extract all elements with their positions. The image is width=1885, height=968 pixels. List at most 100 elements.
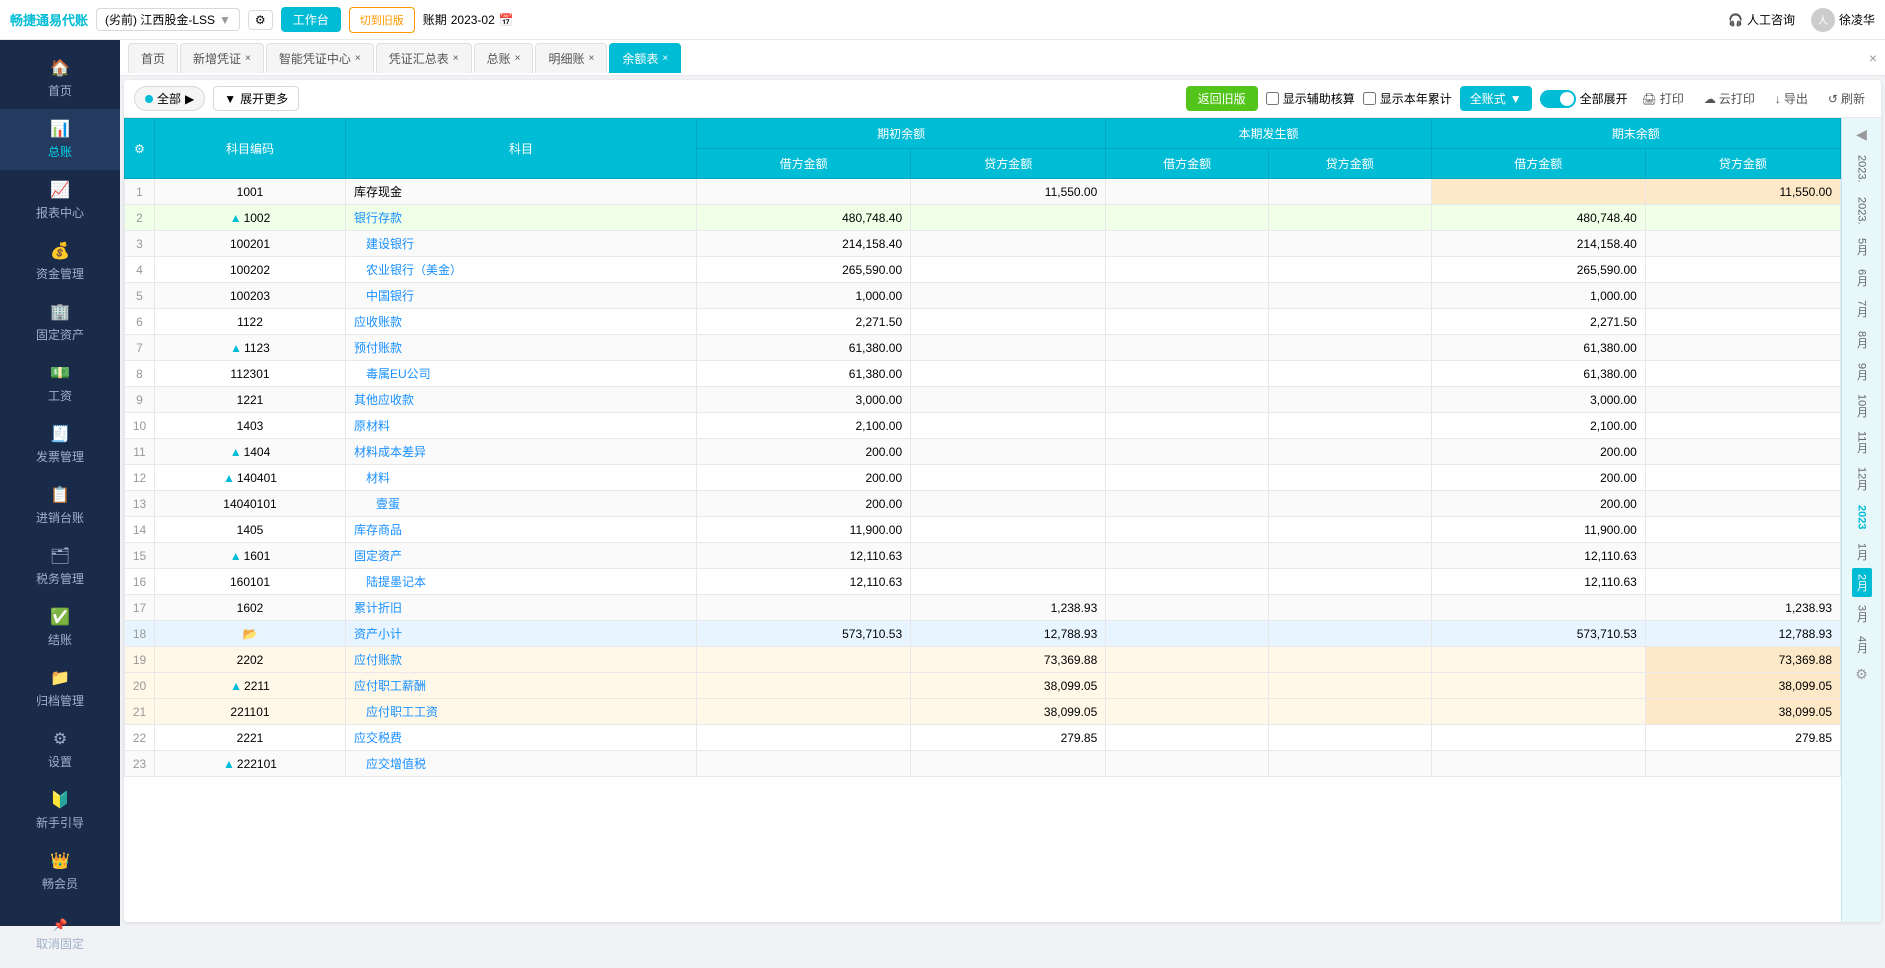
tab-balance-sheet-close[interactable]: ×: [662, 53, 668, 64]
sidebar-item-assets[interactable]: 🏢 固定资产: [0, 292, 120, 353]
tab-smart-voucher[interactable]: 智能凭证中心 ×: [266, 43, 374, 73]
account-name[interactable]: 应付账款: [345, 647, 696, 673]
account-link[interactable]: 应交税费: [354, 731, 402, 745]
account-name[interactable]: 应付职工工资: [345, 699, 696, 725]
sidebar-item-settings[interactable]: ⚙ 设置: [0, 719, 120, 780]
close-all-tabs-button[interactable]: ×: [1869, 50, 1877, 66]
account-link[interactable]: 原材料: [354, 419, 390, 433]
account-name[interactable]: 建设银行: [345, 231, 696, 257]
account-name[interactable]: 原材料: [345, 413, 696, 439]
expand-icon[interactable]: ▲: [223, 757, 235, 771]
right-panel-expand-icon[interactable]: ◀: [1852, 122, 1871, 147]
expand-icon[interactable]: ▲: [230, 211, 242, 225]
consult-button[interactable]: 🎧 人工咨询: [1728, 11, 1795, 28]
tab-voucher-summary[interactable]: 凭证汇总表 ×: [376, 43, 472, 73]
sidebar-item-sales[interactable]: 📋 进销台账: [0, 475, 120, 536]
table-wrapper[interactable]: ⚙ 科目编码 科目 期初余额 本期发生额 期末余额 借方金额 贷方金额 借方金额: [124, 118, 1841, 922]
sidebar-item-reports[interactable]: 📈 报表中心: [0, 170, 120, 231]
rp-month-9[interactable]: 9月: [1852, 357, 1872, 386]
rp-month-3[interactable]: 3月: [1852, 599, 1872, 628]
sidebar-item-close[interactable]: ✅ 结账: [0, 597, 120, 658]
account-link[interactable]: 中国银行: [366, 289, 414, 303]
tab-voucher-summary-close[interactable]: ×: [453, 53, 459, 64]
company-selector[interactable]: (劣前) 江西股金-LSS ▼: [96, 8, 240, 31]
rp-month-10[interactable]: 10月: [1852, 388, 1872, 423]
account-link[interactable]: 累计折旧: [354, 601, 402, 615]
account-name[interactable]: 银行存款: [345, 205, 696, 231]
tab-new-voucher[interactable]: 新增凭证 ×: [180, 43, 264, 73]
account-name[interactable]: 毒属EU公司: [345, 361, 696, 387]
account-link[interactable]: 材料: [366, 471, 390, 485]
account-name[interactable]: 库存商品: [345, 517, 696, 543]
calendar-icon[interactable]: 📅: [499, 13, 514, 27]
expand-icon[interactable]: ▲: [230, 341, 242, 355]
account-name[interactable]: 应交增值税: [345, 751, 696, 777]
export-button[interactable]: ↓ 导出: [1769, 87, 1814, 110]
tab-new-voucher-close[interactable]: ×: [245, 53, 251, 64]
account-link[interactable]: 毒属EU公司: [366, 367, 431, 381]
account-name[interactable]: 应收账款: [345, 309, 696, 335]
rp-year-2023-2[interactable]: 2023.: [1854, 191, 1870, 231]
account-name[interactable]: 累计折旧: [345, 595, 696, 621]
account-link[interactable]: 银行存款: [354, 211, 402, 225]
account-name[interactable]: 壹蛋: [345, 491, 696, 517]
account-link[interactable]: 应交增值税: [366, 757, 426, 771]
account-link[interactable]: 陆提墨记本: [366, 575, 426, 589]
account-link[interactable]: 预付账款: [354, 341, 402, 355]
tab-detail-account[interactable]: 明细账 ×: [535, 43, 607, 73]
sidebar-item-home[interactable]: 🏠 首页: [0, 48, 120, 109]
rp-month-7[interactable]: 7月: [1852, 294, 1872, 323]
assist-checkbox[interactable]: [1266, 92, 1279, 105]
account-link[interactable]: 农业银行（美金）: [366, 263, 462, 277]
account-name[interactable]: 农业银行（美金）: [345, 257, 696, 283]
return-old-button[interactable]: 返回旧版: [1186, 86, 1258, 111]
company-settings-button[interactable]: ⚙: [248, 10, 273, 30]
account-link[interactable]: 应付账款: [354, 653, 402, 667]
expand-icon[interactable]: ▲: [230, 445, 242, 459]
rp-year-2023-current[interactable]: 2023: [1854, 499, 1870, 535]
rp-month-11[interactable]: 11月: [1852, 425, 1872, 459]
user-menu[interactable]: 人 徐凌华: [1811, 8, 1875, 32]
account-link[interactable]: 壹蛋: [376, 497, 400, 511]
account-link[interactable]: 应付职工薪酬: [354, 679, 426, 693]
account-link[interactable]: 应付职工工资: [366, 705, 438, 719]
tab-general-ledger-close[interactable]: ×: [515, 53, 521, 64]
expand-icon[interactable]: ▲: [223, 471, 235, 485]
account-name[interactable]: 材料: [345, 465, 696, 491]
right-panel-settings-icon[interactable]: ⚙: [1851, 662, 1872, 687]
account-link[interactable]: 建设银行: [366, 237, 414, 251]
account-link[interactable]: 库存商品: [354, 523, 402, 537]
year-checkbox[interactable]: [1363, 92, 1376, 105]
account-link[interactable]: 固定资产: [354, 549, 402, 563]
sidebar-item-funds[interactable]: 💰 资金管理: [0, 231, 120, 292]
expand-icon[interactable]: ▲: [230, 549, 242, 563]
account-name[interactable]: 固定资产: [345, 543, 696, 569]
account-name[interactable]: 预付账款: [345, 335, 696, 361]
expand-all-toggle[interactable]: [1540, 90, 1576, 108]
rp-month-4[interactable]: 4月: [1852, 630, 1872, 659]
rp-month-1[interactable]: 1月: [1852, 537, 1872, 566]
sidebar-item-guide[interactable]: 🔰 新手引导: [0, 780, 120, 841]
account-name[interactable]: 陆提墨记本: [345, 569, 696, 595]
expand-more-button[interactable]: ▼ 展开更多: [213, 86, 299, 111]
rp-month-8[interactable]: 8月: [1852, 325, 1872, 354]
tab-detail-account-close[interactable]: ×: [588, 53, 594, 64]
cloud-print-button[interactable]: ☁ 云打印: [1698, 87, 1761, 110]
account-name[interactable]: 中国银行: [345, 283, 696, 309]
workbench-button[interactable]: 工作台: [281, 7, 341, 32]
account-name[interactable]: 材料成本差异: [345, 439, 696, 465]
tab-balance-sheet[interactable]: 余额表 ×: [609, 43, 681, 73]
sidebar-item-tax[interactable]: 🗂 税务管理: [0, 536, 120, 597]
refresh-button[interactable]: ↺ 刷新: [1822, 87, 1871, 110]
rp-year-2023-1[interactable]: 2023.: [1854, 149, 1870, 189]
tab-smart-voucher-close[interactable]: ×: [355, 53, 361, 64]
account-link[interactable]: 应收账款: [354, 315, 402, 329]
filter-button[interactable]: 全部 ▶: [134, 86, 205, 111]
account-name[interactable]: 应交税费: [345, 725, 696, 751]
account-name[interactable]: 其他应收款: [345, 387, 696, 413]
account-link[interactable]: 其他应收款: [354, 393, 414, 407]
rp-month-12[interactable]: 12月: [1852, 461, 1872, 496]
rp-month-2[interactable]: 2月: [1852, 568, 1872, 597]
sidebar-item-wages[interactable]: 💵 工资: [0, 353, 120, 414]
sidebar-item-invoices[interactable]: 🧾 发票管理: [0, 414, 120, 475]
